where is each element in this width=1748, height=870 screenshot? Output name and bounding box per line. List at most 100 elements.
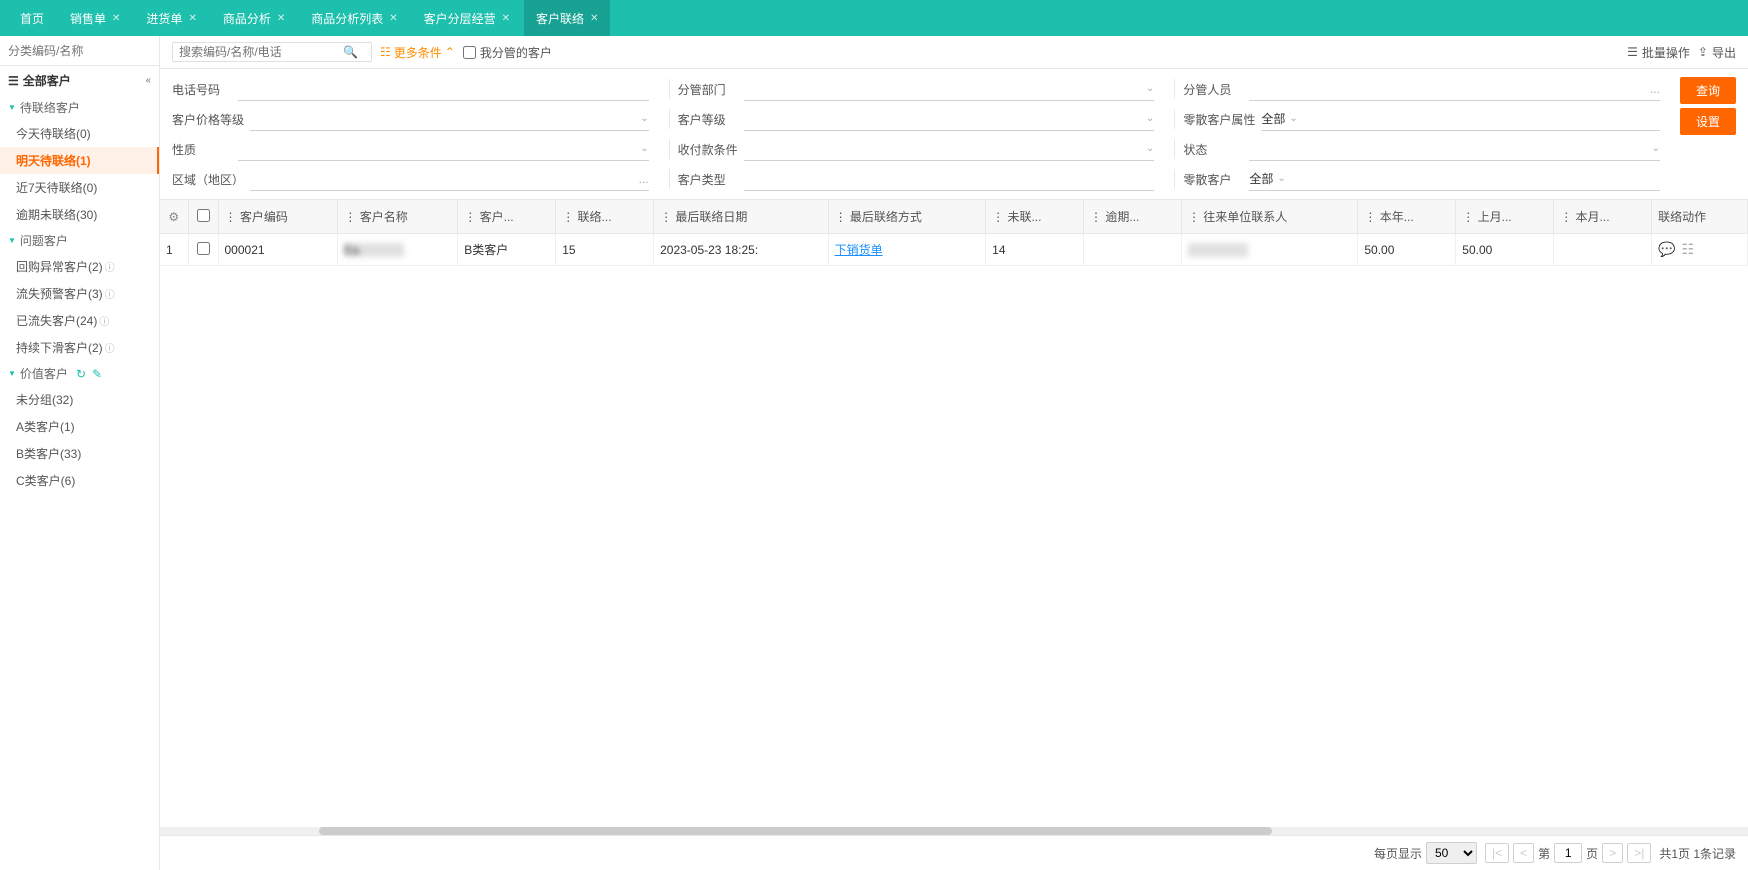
chevron-down-icon[interactable]: ⌄ <box>1277 173 1285 184</box>
search-icon[interactable]: 🔍 <box>343 45 358 59</box>
filter-row-1: 电话号码 分管部门 ⌄ <box>172 77 1672 101</box>
select-all-checkbox[interactable] <box>197 209 210 222</box>
set-button[interactable]: 设置 <box>1680 108 1736 135</box>
sidebar-item-tomorrow[interactable]: 明天待联络(1) <box>0 147 159 174</box>
filter-icon: ☷ <box>380 45 391 59</box>
filter-retail-attr: 零散客户属性 全部 ⌄ <box>1183 107 1672 131</box>
payment-input[interactable] <box>744 142 1142 156</box>
close-icon[interactable]: ✕ <box>389 13 397 24</box>
sidebar-item-class-c[interactable]: C类客户(6) <box>0 467 159 494</box>
last-page-btn[interactable]: >| <box>1627 843 1651 863</box>
customer-grade-input[interactable] <box>744 112 1142 126</box>
export-btn[interactable]: ⇪ 导出 <box>1698 44 1736 61</box>
chevron-down-icon[interactable]: ⌄ <box>1146 143 1154 154</box>
chevron-down-icon[interactable]: ⌄ <box>640 113 648 124</box>
sidebar-item-churn-warning[interactable]: 流失预警客户(3) ⓘ <box>0 280 159 307</box>
section-problem-customers[interactable]: ▼ 问题客户 <box>0 228 159 253</box>
col-type: ⋮ 客户... <box>458 200 556 234</box>
customer-type-input[interactable] <box>744 172 1155 186</box>
filter-person-input: ... <box>1249 77 1660 101</box>
nav-home[interactable]: 首页 <box>8 0 56 36</box>
dept-input[interactable] <box>744 82 1142 96</box>
next-page-btn[interactable]: > <box>1602 843 1623 863</box>
phone-input[interactable] <box>238 82 649 96</box>
refresh-icon[interactable]: ↻ <box>76 367 86 381</box>
section-value-customers[interactable]: ▼ 价值客户 ↻ ✎ <box>0 361 159 386</box>
person-input[interactable] <box>1249 82 1646 96</box>
chevron-down-icon[interactable]: ⌄ <box>640 143 648 154</box>
chevron-left-icon[interactable]: « <box>145 75 151 86</box>
filter-price-grade: 客户价格等级 ⌄ <box>172 107 661 131</box>
nav-sales[interactable]: 销售单 ✕ <box>58 0 132 36</box>
status-input[interactable] <box>1249 142 1647 156</box>
sidebar-item-churned[interactable]: 已流失客户(24) ⓘ <box>0 307 159 334</box>
price-grade-input[interactable] <box>250 112 636 126</box>
sidebar-item-class-a[interactable]: A类客户(1) <box>0 413 159 440</box>
nav-product-analysis-list[interactable]: 商品分析列表 ✕ <box>299 0 409 36</box>
filter-retail-attr-input: 全部 ⌄ <box>1261 107 1660 131</box>
arrow-down-icon: ▼ <box>8 103 16 112</box>
action-icons: 💬 ☷ <box>1658 241 1741 258</box>
nav-product-analysis[interactable]: 商品分析 ✕ <box>211 0 297 36</box>
scrollbar-thumb[interactable] <box>319 827 1272 835</box>
page-size-select[interactable]: 50 100 200 <box>1426 842 1477 864</box>
my-customers-checkbox[interactable]: 我分管的客户 <box>463 44 552 61</box>
sidebar-item-declining[interactable]: 持续下滑客户(2) ⓘ <box>0 334 159 361</box>
more-conditions-btn[interactable]: ☷ 更多条件 ⌃ <box>380 44 455 61</box>
filter-customer-grade: 客户等级 ⌄ <box>678 107 1167 131</box>
top-nav: 首页 销售单 ✕ 进货单 ✕ 商品分析 ✕ 商品分析列表 ✕ 客户分层经营 ✕ … <box>0 0 1748 36</box>
query-button[interactable]: 查询 <box>1680 77 1736 104</box>
page-input[interactable] <box>1554 843 1582 863</box>
filter-panel: 电话号码 分管部门 ⌄ <box>160 69 1748 200</box>
sidebar-item-today[interactable]: 今天待联络(0) <box>0 120 159 147</box>
sidebar-item-repurchase-abnormal[interactable]: 回购异常客户(2) ⓘ <box>0 253 159 280</box>
table-header-row: ⚙ ⋮ 客户编码 ⋮ 客户名称 ⋮ 客户... <box>160 200 1748 234</box>
sidebar: 🔍 ☰ 全部客户 « ▼ 待联络客户 今天待联络(0) 明天待联络(1) 近7天… <box>0 36 160 870</box>
filter-customer-type-input <box>744 167 1155 191</box>
table-area: ⚙ ⋮ 客户编码 ⋮ 客户名称 ⋮ 客户... <box>160 200 1748 827</box>
horizontal-scrollbar[interactable] <box>160 827 1748 835</box>
sidebar-item-ungrouped[interactable]: 未分组(32) <box>0 386 159 413</box>
search-input-wrap: 🔍 <box>172 42 372 62</box>
chevron-down-icon[interactable]: ⌄ <box>1289 113 1297 124</box>
nav-customer-tier[interactable]: 客户分层经营 ✕ <box>412 0 522 36</box>
chevron-down-icon[interactable]: ⌄ <box>1146 83 1154 94</box>
col-name: ⋮ 客户名称 <box>338 200 458 234</box>
total-records: 共1页 1条记录 <box>1659 845 1736 862</box>
table-row: 1 000021 Ea B类客户 15 2023-05-23 18:25: 下销… <box>160 234 1748 266</box>
chevron-down-icon[interactable]: ⌄ <box>1652 143 1660 154</box>
first-page-btn[interactable]: |< <box>1485 843 1509 863</box>
nature-input[interactable] <box>238 142 636 156</box>
close-icon[interactable]: ✕ <box>277 13 285 24</box>
row-select-checkbox[interactable] <box>197 242 210 255</box>
ellipsis-icon[interactable]: ... <box>1650 82 1660 96</box>
close-icon[interactable]: ✕ <box>590 13 598 24</box>
section-pending-contact[interactable]: ▼ 待联络客户 <box>0 95 159 120</box>
nav-purchase[interactable]: 进货单 ✕ <box>134 0 208 36</box>
all-customers-header[interactable]: ☰ 全部客户 « <box>0 66 159 95</box>
batch-op-btn[interactable]: ☰ 批量操作 <box>1627 44 1690 61</box>
export-icon: ⇪ <box>1698 45 1708 59</box>
search-input[interactable] <box>179 45 339 59</box>
gear-icon[interactable]: ⚙ <box>168 210 179 224</box>
close-icon[interactable]: ✕ <box>502 13 510 24</box>
region-input[interactable] <box>250 172 635 186</box>
chevron-down-icon[interactable]: ⌄ <box>1146 113 1154 124</box>
close-icon[interactable]: ✕ <box>112 13 120 24</box>
row-code: 000021 <box>218 234 338 266</box>
last-method-link[interactable]: 下销货单 <box>835 243 883 257</box>
sidebar-item-week[interactable]: 近7天待联络(0) <box>0 174 159 201</box>
edit-icon[interactable]: ✎ <box>92 367 102 381</box>
comment-icon[interactable]: 💬 <box>1658 241 1675 258</box>
prev-page-btn[interactable]: < <box>1513 843 1534 863</box>
col-action: 联络动作 <box>1652 200 1748 234</box>
info-icon: ⓘ <box>105 340 115 355</box>
ellipsis-icon[interactable]: ... <box>639 172 649 186</box>
sidebar-item-overdue[interactable]: 逾期未联络(30) <box>0 201 159 228</box>
nav-customer-contact[interactable]: 客户联络 ✕ <box>524 0 610 36</box>
sidebar-search-input[interactable] <box>8 44 160 58</box>
grid-icon[interactable]: ☷ <box>1682 241 1695 258</box>
my-customers-check[interactable] <box>463 46 476 59</box>
close-icon[interactable]: ✕ <box>188 13 196 24</box>
sidebar-item-class-b[interactable]: B类客户(33) <box>0 440 159 467</box>
